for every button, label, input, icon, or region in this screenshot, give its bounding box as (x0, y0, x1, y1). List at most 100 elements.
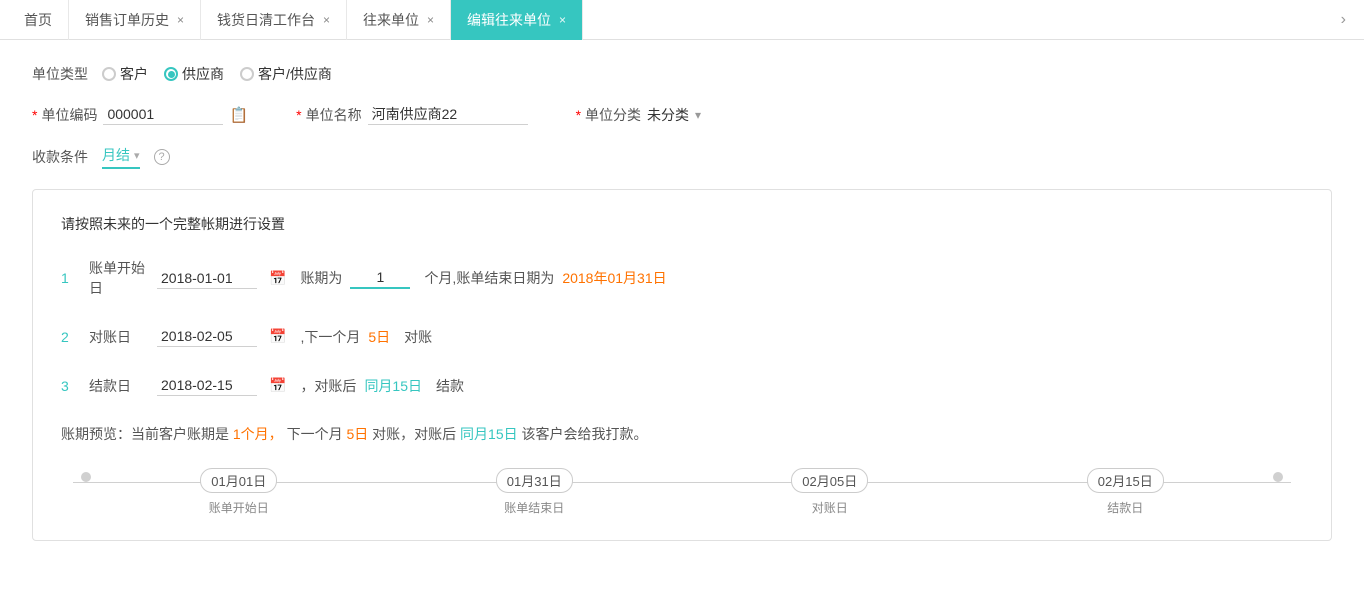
tab-cash-work[interactable]: 钱货日清工作台 × (201, 0, 347, 40)
row-3-desc-suffix: 结款 (436, 376, 464, 396)
row-1-highlight-date: 2018年01月31日 (562, 268, 666, 288)
row-3-cal-icon[interactable]: 📅 (269, 377, 286, 394)
tab-cash-work-label: 钱货日清工作台 (217, 10, 315, 30)
row-3-desc-prefix: ，对账后 (300, 376, 356, 396)
tab-sales-history[interactable]: 销售订单历史 × (69, 0, 201, 40)
tl-sublabel-1: 账单开始日 (209, 499, 269, 516)
row-2-date-input[interactable] (157, 326, 257, 347)
tab-home[interactable]: 首页 (8, 0, 69, 40)
period-input[interactable] (350, 267, 410, 289)
unit-code-group: * 单位编码 📋 (32, 104, 248, 125)
tl-badge-3: 02月05日 (791, 468, 868, 493)
tabs-bar: 首页 销售订单历史 × 钱货日清工作台 × 往来单位 × 编辑往来单位 × › (0, 0, 1364, 40)
tl-node-4: 02月15日 结款日 (1087, 468, 1164, 516)
help-icon-char: ? (158, 151, 164, 163)
help-icon[interactable]: ? (154, 149, 170, 165)
radio-supplier-circle (164, 67, 178, 81)
row-1-cal-icon[interactable]: 📅 (269, 270, 286, 287)
tl-node-2: 01月31日 账单结束日 (496, 468, 573, 516)
radio-customer-circle (102, 67, 116, 81)
preview-highlight2: 5日 (346, 426, 368, 442)
tl-badge-4: 02月15日 (1087, 468, 1164, 493)
row-1-date-input[interactable] (157, 268, 257, 289)
tab-edit-partner[interactable]: 编辑往来单位 × (451, 0, 583, 40)
tab-partners[interactable]: 往来单位 × (347, 0, 451, 40)
unit-name-label: 单位名称 (306, 105, 362, 125)
payment-terms-label: 收款条件 (32, 147, 88, 167)
tl-badge-2: 01月31日 (496, 468, 573, 493)
unit-code-icon[interactable]: 📋 (229, 106, 248, 124)
unit-name-input[interactable] (368, 104, 528, 125)
row-2-type: 对账日 (89, 327, 149, 347)
tl-segment-2: 01月31日 账单结束日 (387, 468, 683, 516)
preview-highlight1: 1个月， (233, 426, 283, 442)
tab-cash-work-close[interactable]: × (323, 13, 330, 27)
tabs-expand-icon[interactable]: › (1331, 11, 1356, 29)
unit-info-row: * 单位编码 📋 * 单位名称 * 单位分类 未分类 ▾ (32, 104, 1332, 125)
radio-customer-label: 客户 (120, 64, 148, 84)
radio-customer-supplier[interactable]: 客户/供应商 (240, 64, 332, 84)
row-2-cal-icon[interactable]: 📅 (269, 328, 286, 345)
unit-category-value: 未分类 (647, 105, 689, 125)
tl-segment-3: 02月05日 对账日 (682, 468, 978, 516)
radio-supplier[interactable]: 供应商 (164, 64, 224, 84)
tab-partners-close[interactable]: × (427, 13, 434, 27)
radio-customer[interactable]: 客户 (102, 64, 148, 84)
payment-terms-select[interactable]: 月结 ▾ (102, 145, 140, 169)
preview-mid2: 对账，对账后 (372, 426, 456, 442)
unit-category-label: 单位分类 (585, 105, 641, 125)
tl-sublabel-3: 对账日 (812, 499, 848, 516)
tl-dot-start (81, 472, 91, 482)
unit-category-select[interactable]: 未分类 ▾ (647, 105, 701, 125)
tl-segment-1: 01月01日 账单开始日 (91, 468, 387, 516)
unit-code-input[interactable] (103, 104, 223, 125)
row-3-date-input[interactable] (157, 375, 257, 396)
row-2-num: 2 (61, 329, 81, 345)
row-1-num: 1 (61, 270, 81, 286)
tl-node-1: 01月01日 账单开始日 (200, 468, 277, 516)
radio-customer-supplier-label: 客户/供应商 (258, 64, 332, 84)
unit-category-star: * (576, 107, 581, 123)
setting-row-2: 2 对账日 📅 ,下一个月 5日 对账 (61, 326, 1303, 347)
tl-node-3: 02月05日 对账日 (791, 468, 868, 516)
unit-category-group: * 单位分类 未分类 ▾ (576, 105, 701, 125)
tab-home-label: 首页 (24, 10, 52, 30)
unit-category-chevron[interactable]: ▾ (695, 108, 701, 122)
preview-highlight3: 同月15日 (460, 426, 518, 442)
timeline-start-dot (81, 472, 91, 482)
timeline-nodes: 01月01日 账单开始日 01月31日 账单结束日 02月05日 对账日 (81, 468, 1283, 516)
unit-type-label: 单位类型 (32, 64, 88, 84)
tab-partners-label: 往来单位 (363, 10, 419, 30)
payment-terms-value: 月结 (102, 145, 130, 165)
row-2-highlight-day: 5日 (368, 327, 390, 347)
preview-prefix: 账期预览：当前客户账期是 (61, 426, 229, 442)
row-3-highlight-day: 同月15日 (364, 376, 422, 396)
row-3-num: 3 (61, 378, 81, 394)
tl-badge-1: 01月01日 (200, 468, 277, 493)
preview-text: 账期预览：当前客户账期是 1个月， 下一个月 5日 对账，对账后 同月15日 该… (61, 424, 1303, 444)
panel-title: 请按照未来的一个完整帐期进行设置 (61, 214, 1303, 234)
unit-code-label: 单位编码 (41, 105, 97, 125)
tl-sublabel-2: 账单结束日 (504, 499, 564, 516)
preview-mid1: 下一个月 (287, 426, 343, 442)
setting-row-3: 3 结款日 📅 ，对账后 同月15日 结款 (61, 375, 1303, 396)
tab-sales-history-label: 销售订单历史 (85, 10, 169, 30)
tab-sales-history-close[interactable]: × (177, 13, 184, 27)
payment-terms-chevron[interactable]: ▾ (134, 149, 140, 162)
unit-type-row: 单位类型 客户 供应商 客户/供应商 (32, 64, 1332, 84)
radio-supplier-label: 供应商 (182, 64, 224, 84)
tab-edit-partner-close[interactable]: × (559, 13, 566, 27)
unit-type-radio-group: 客户 供应商 客户/供应商 (102, 64, 332, 84)
row-3-type: 结款日 (89, 376, 149, 396)
tl-sublabel-4: 结款日 (1107, 499, 1143, 516)
tab-edit-partner-label: 编辑往来单位 (467, 10, 551, 30)
tl-dot-end (1273, 472, 1283, 482)
unit-code-star: * (32, 107, 37, 123)
preview-suffix: 该客户会给我打款。 (522, 426, 648, 442)
settings-panel: 请按照未来的一个完整帐期进行设置 1 账单开始日 📅 账期为 个月,账单结束日期… (32, 189, 1332, 541)
unit-name-star: * (296, 107, 301, 123)
row-1-desc-suffix: 个月,账单结束日期为 (424, 268, 554, 288)
row-2-desc-prefix: ,下一个月 (300, 327, 360, 347)
tl-segment-4: 02月15日 结款日 (978, 468, 1274, 516)
timeline-end-dot (1273, 472, 1283, 482)
